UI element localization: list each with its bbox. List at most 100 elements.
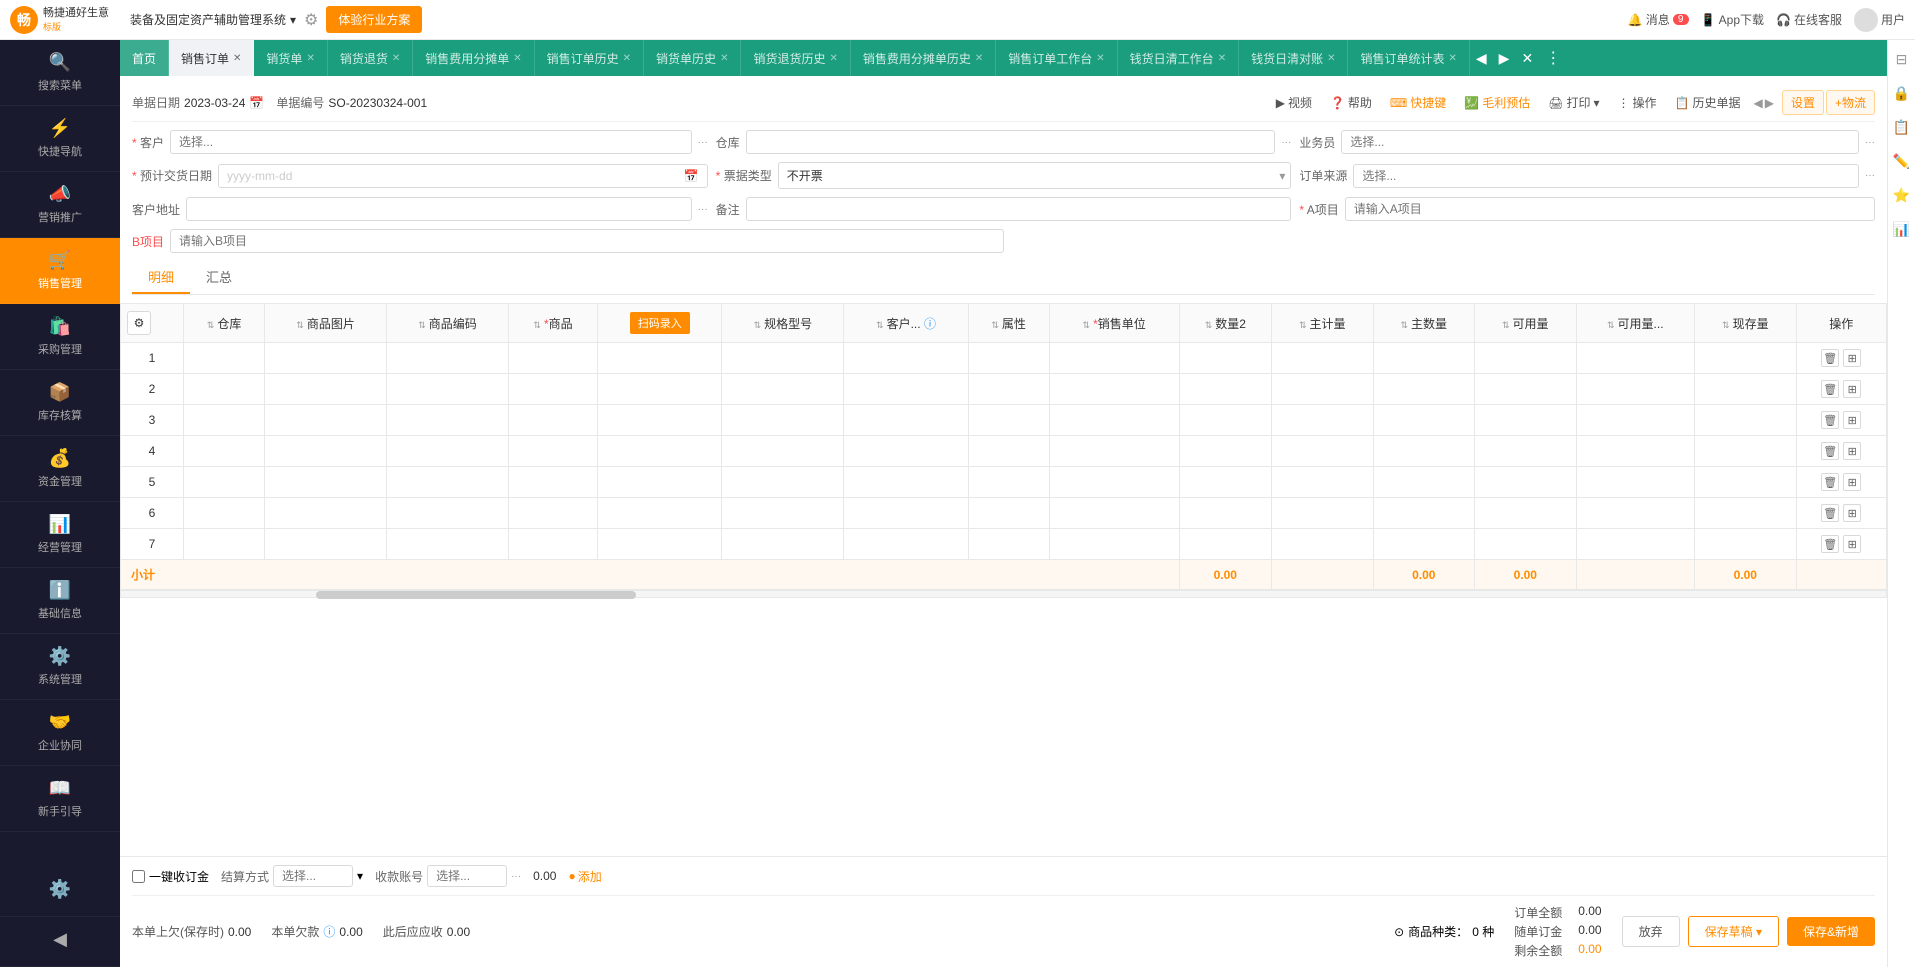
copy-row-btn[interactable]: ⊞ [1843, 380, 1861, 398]
settings-icon[interactable]: ⚙ [304, 10, 318, 30]
col-gear[interactable]: ⚙ [121, 304, 184, 343]
tab-home[interactable]: 首页 [120, 40, 169, 76]
warehouse-input[interactable]: 成品库 [746, 130, 1276, 154]
tab-close-icon[interactable]: ✕ [1449, 53, 1457, 64]
save-new-btn[interactable]: 保存&新增 [1787, 917, 1875, 946]
profit-btn[interactable]: 💹 毛利预估 [1459, 92, 1535, 113]
tab-close-icon[interactable]: ✕ [975, 53, 983, 64]
salesperson-input[interactable] [1341, 130, 1859, 154]
shortcuts-btn[interactable]: ⌨ 快捷键 [1385, 92, 1451, 113]
sidebar-item-purchase[interactable]: 🛍️ 采购管理 [0, 304, 120, 370]
sidebar-item-collab[interactable]: 🤝 企业协同 [0, 700, 120, 766]
rs-icon-4[interactable]: ✏️ [1891, 150, 1913, 172]
online-support-btn[interactable]: 🎧 在线客服 [1776, 11, 1842, 28]
a-project-input[interactable] [1345, 197, 1875, 221]
nav-prev-icon[interactable]: ◀ [1754, 96, 1763, 110]
remarks-input[interactable] [746, 197, 1292, 221]
add-link[interactable]: ● 添加 [568, 868, 601, 885]
delete-row-btn[interactable]: 🗑 [1821, 535, 1839, 553]
order-source-more[interactable]: ··· [1865, 170, 1875, 181]
delete-row-btn[interactable]: 🗑 [1821, 349, 1839, 367]
copy-row-btn[interactable]: ⊞ [1843, 473, 1861, 491]
account-more-icon[interactable]: ··· [511, 871, 521, 882]
industry-btn[interactable]: 体验行业方案 [326, 6, 422, 33]
tab-close-icon[interactable]: ✕ [233, 53, 241, 64]
customer-input[interactable] [170, 130, 692, 154]
tab-close-icon[interactable]: ✕ [1096, 53, 1104, 64]
tab-fee-history[interactable]: 销售费用分摊单历史 ✕ [851, 40, 996, 76]
sidebar-item-marketing[interactable]: 📣 营销推广 [0, 172, 120, 238]
rs-icon-2[interactable]: 🔒 [1891, 82, 1913, 104]
sidebar-item-basic[interactable]: ℹ️ 基础信息 [0, 568, 120, 634]
sidebar-item-finance[interactable]: 💰 资金管理 [0, 436, 120, 502]
app-download-btn[interactable]: 📱 App下载 [1701, 11, 1764, 28]
sidebar-item-inventory[interactable]: 📦 库存核算 [0, 370, 120, 436]
rs-icon-6[interactable]: 📊 [1891, 218, 1913, 240]
tab-summary[interactable]: 汇总 [190, 261, 248, 294]
add-logistics-btn[interactable]: +物流 [1826, 90, 1875, 115]
tab-menu-btn[interactable]: ⋮ [1539, 40, 1567, 76]
tab-prev-btn[interactable]: ◀ [1470, 40, 1493, 76]
customer-more-icon[interactable]: ··· [698, 137, 708, 148]
tab-return-history[interactable]: 销货退货历史 ✕ [741, 40, 850, 76]
tab-sales-bill[interactable]: 销货单 ✕ [254, 40, 327, 76]
tab-daily-reconcile[interactable]: 钱货日清对账 ✕ [1239, 40, 1348, 76]
tab-sales-order-history[interactable]: 销售订单历史 ✕ [535, 40, 644, 76]
view-btn[interactable]: ▶ 视频 [1271, 92, 1317, 113]
rs-icon-5[interactable]: ⭐ [1891, 184, 1913, 206]
quick-confirm-checkbox[interactable]: 一键收订金 [132, 868, 209, 885]
discard-btn[interactable]: 放弃 [1622, 916, 1680, 947]
delete-row-btn[interactable]: 🗑 [1821, 411, 1839, 429]
rs-icon-1[interactable]: ⊟ [1891, 48, 1913, 70]
delete-row-btn[interactable]: 🗑 [1821, 442, 1839, 460]
history-btn[interactable]: 📋 历史单据 [1670, 92, 1746, 113]
tab-bill-history[interactable]: 销货单历史 ✕ [644, 40, 741, 76]
tab-detail[interactable]: 明细 [132, 261, 190, 294]
warehouse-more-icon[interactable]: ··· [1281, 137, 1291, 148]
scan-btn[interactable]: 扫码录入 [630, 312, 690, 334]
tab-close-icon[interactable]: ✕ [1218, 53, 1226, 64]
tab-order-workbench[interactable]: 销售订单工作台 ✕ [996, 40, 1117, 76]
rs-icon-3[interactable]: 📋 [1891, 116, 1913, 138]
b-project-input[interactable] [170, 229, 1003, 253]
help-btn[interactable]: ❓ 帮助 [1325, 92, 1377, 113]
payment-method-input[interactable] [273, 865, 353, 887]
tab-daily-workbench[interactable]: 钱货日清工作台 ✕ [1118, 40, 1239, 76]
tab-close-icon[interactable]: ✕ [392, 53, 400, 64]
tab-sales-return[interactable]: 销货退货 ✕ [328, 40, 413, 76]
save-draft-btn[interactable]: 保存草稿 ▾ [1688, 916, 1779, 947]
nav-next-icon[interactable]: ▶ [1765, 96, 1774, 110]
print-btn[interactable]: 🖨 打印 ▾ [1543, 92, 1604, 113]
sidebar-item-nav[interactable]: ⚡ 快捷导航 [0, 106, 120, 172]
scrollbar-thumb[interactable] [316, 591, 636, 599]
tab-close-icon[interactable]: ✕ [829, 53, 837, 64]
sidebar-item-system[interactable]: ⚙️ 系统管理 [0, 634, 120, 700]
sidebar-settings-btn[interactable]: ⚙️ [0, 867, 120, 917]
settings-btn[interactable]: 设置 [1782, 90, 1824, 115]
delete-row-btn[interactable]: 🗑 [1821, 473, 1839, 491]
sidebar-item-search[interactable]: 🔍 搜索菜单 [0, 40, 120, 106]
horizontal-scrollbar[interactable] [120, 590, 1887, 598]
quick-confirm-check[interactable] [132, 870, 145, 883]
calendar-icon[interactable]: 📅 [249, 96, 264, 110]
copy-row-btn[interactable]: ⊞ [1843, 411, 1861, 429]
tab-close-icon[interactable]: ✕ [513, 53, 521, 64]
delete-row-btn[interactable]: 🗑 [1821, 504, 1839, 522]
tab-sales-order[interactable]: 销售订单 ✕ [169, 40, 254, 76]
sidebar-collapse-btn[interactable]: ◀ [0, 917, 120, 967]
copy-row-btn[interactable]: ⊞ [1843, 349, 1861, 367]
copy-row-btn[interactable]: ⊞ [1843, 535, 1861, 553]
user-avatar[interactable]: 用户 [1854, 8, 1905, 32]
copy-row-btn[interactable]: ⊞ [1843, 504, 1861, 522]
account-input[interactable] [427, 865, 507, 887]
salesperson-more-icon[interactable]: ··· [1865, 137, 1875, 148]
tab-close-icon[interactable]: ✕ [623, 53, 631, 64]
tab-close-icon[interactable]: ✕ [720, 53, 728, 64]
notifications-btn[interactable]: 🔔 消息 9 [1628, 11, 1689, 28]
sidebar-item-operations[interactable]: 📊 经营管理 [0, 502, 120, 568]
order-source-input[interactable] [1353, 164, 1859, 188]
sidebar-item-guide[interactable]: 📖 新手引导 [0, 766, 120, 832]
delete-row-btn[interactable]: 🗑 [1821, 380, 1839, 398]
tab-next-btn[interactable]: ▶ [1493, 40, 1516, 76]
tab-close-icon[interactable]: ✕ [306, 53, 314, 64]
